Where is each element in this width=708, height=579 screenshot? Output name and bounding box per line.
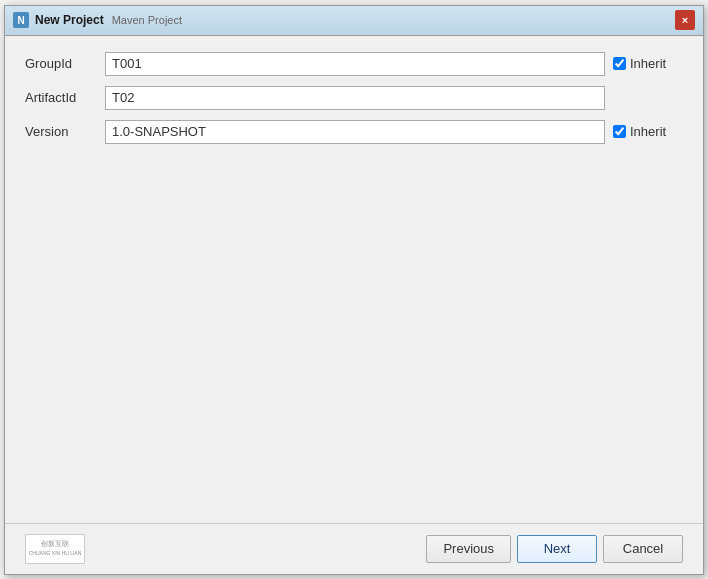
next-button[interactable]: Next <box>517 535 597 563</box>
footer-buttons: Previous Next Cancel <box>426 535 683 563</box>
window-title: New Project <box>35 13 104 27</box>
version-inherit-checkbox[interactable] <box>613 125 626 138</box>
watermark: 创新互联CHUANG XIN HU LIAN <box>25 534 85 564</box>
watermark-text: 创新互联CHUANG XIN HU LIAN <box>29 540 82 557</box>
groupid-inherit-checkbox[interactable] <box>613 57 626 70</box>
artifactid-input[interactable] <box>105 86 605 110</box>
window-subtitle: Maven Project <box>112 14 182 26</box>
content-area: GroupId Inherit ArtifactId Version <box>5 36 703 523</box>
form-area: GroupId Inherit ArtifactId Version <box>25 52 683 280</box>
groupid-row: GroupId Inherit <box>25 52 683 76</box>
groupid-inherit-label: Inherit <box>630 56 666 71</box>
window-icon: N <box>13 12 29 28</box>
cancel-button[interactable]: Cancel <box>603 535 683 563</box>
version-input[interactable] <box>105 120 605 144</box>
version-inherit-label: Inherit <box>630 124 666 139</box>
title-controls: × <box>675 10 695 30</box>
groupid-input[interactable] <box>105 52 605 76</box>
close-button[interactable]: × <box>675 10 695 30</box>
groupid-label: GroupId <box>25 56 105 71</box>
groupid-inherit: Inherit <box>613 56 683 71</box>
title-text: New Project Maven Project <box>35 13 675 27</box>
previous-button[interactable]: Previous <box>426 535 511 563</box>
spacer <box>25 279 683 507</box>
main-window: N New Project Maven Project × GroupId In… <box>4 5 704 575</box>
version-row: Version Inherit <box>25 120 683 144</box>
artifactid-label: ArtifactId <box>25 90 105 105</box>
footer: 创新互联CHUANG XIN HU LIAN Previous Next Can… <box>5 523 703 574</box>
footer-left: 创新互联CHUANG XIN HU LIAN <box>25 534 85 564</box>
title-bar: N New Project Maven Project × <box>5 6 703 36</box>
version-label: Version <box>25 124 105 139</box>
version-inherit: Inherit <box>613 124 683 139</box>
artifactid-row: ArtifactId <box>25 86 683 110</box>
